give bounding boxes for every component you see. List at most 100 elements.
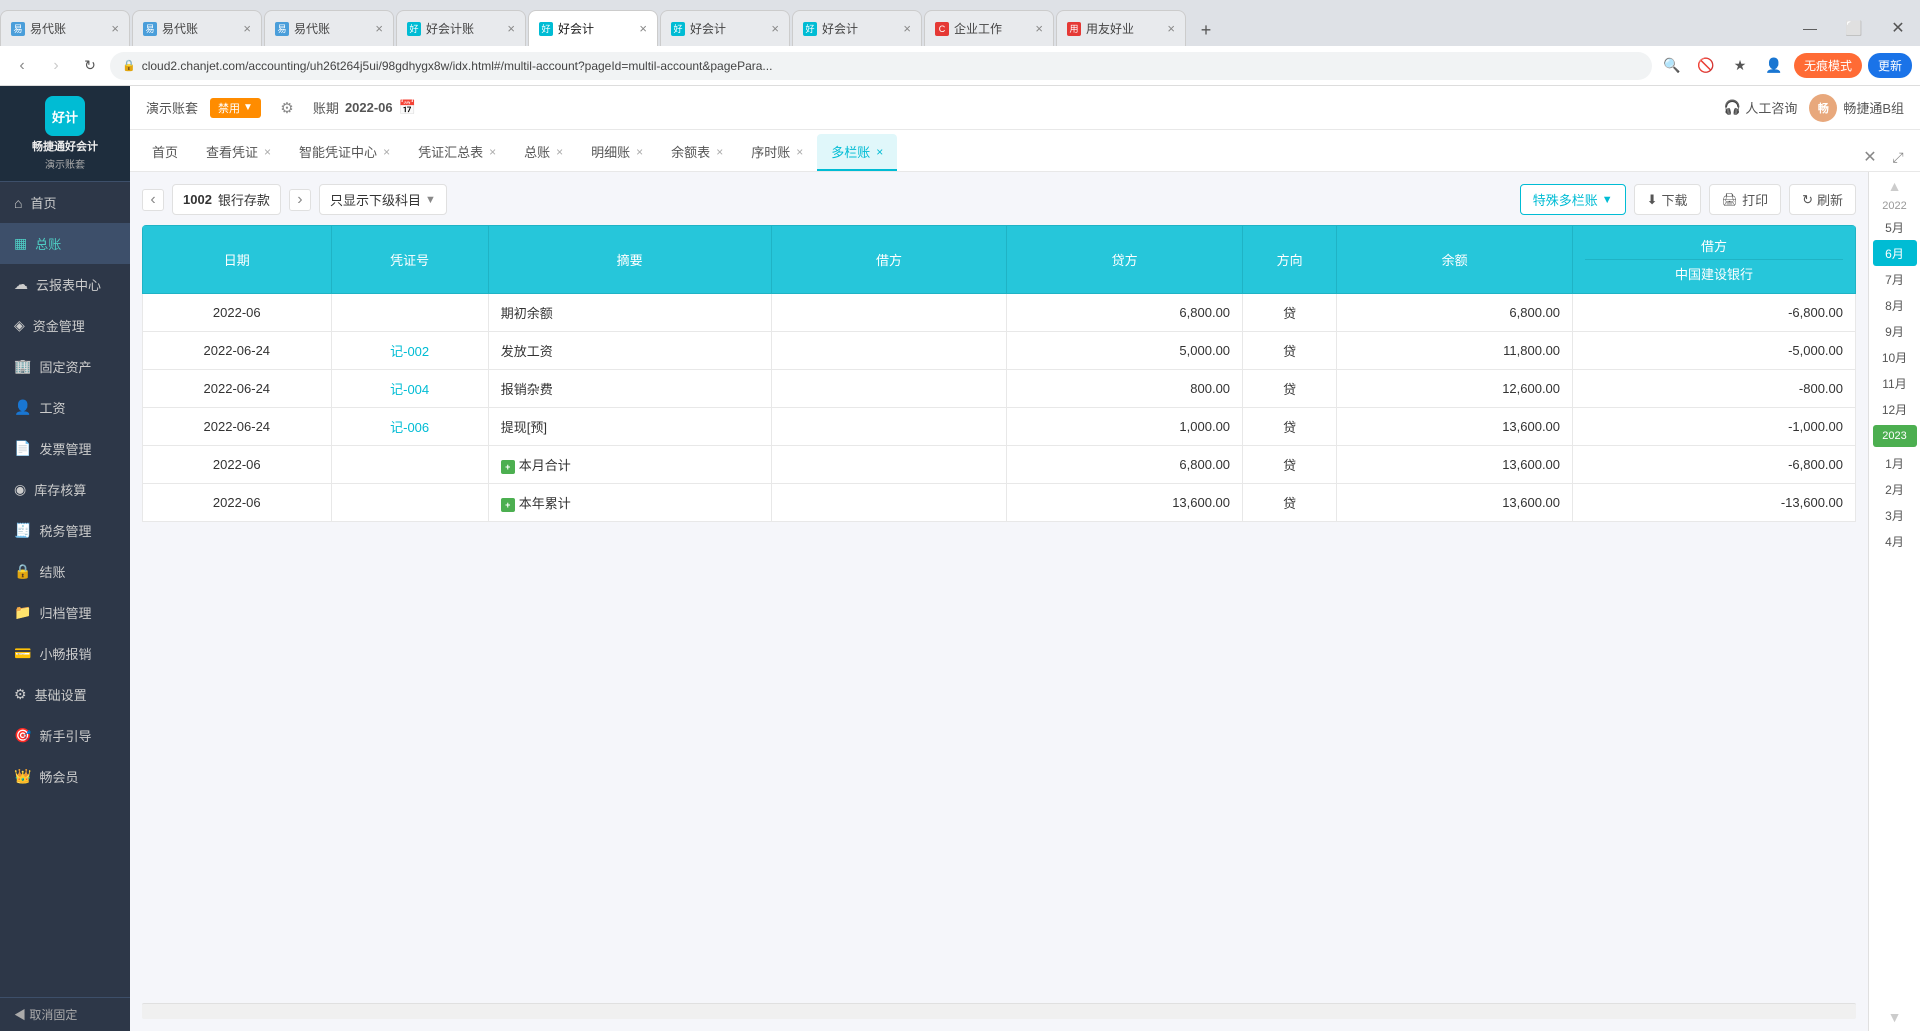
calendar-collapse-bottom[interactable]: ▼ bbox=[1883, 1007, 1907, 1027]
browser-tab-2[interactable]: 易 易代账 × bbox=[132, 10, 262, 46]
cell-debit-2 bbox=[771, 332, 1007, 370]
cal-month-2023-mar[interactable]: 3月 bbox=[1873, 502, 1917, 528]
scroll-bottom[interactable] bbox=[142, 1003, 1856, 1019]
tab-general-ledger-close[interactable]: × bbox=[556, 145, 563, 159]
calendar-icon[interactable]: 📅 bbox=[399, 99, 416, 116]
tab-close-8[interactable]: × bbox=[1035, 21, 1043, 36]
stealth-mode-button[interactable]: 无痕模式 bbox=[1794, 53, 1862, 78]
account-prev-button[interactable]: ‹ bbox=[142, 189, 164, 211]
account-next-button[interactable]: › bbox=[289, 189, 311, 211]
cal-month-oct[interactable]: 10月 bbox=[1873, 344, 1917, 370]
browser-tab-7[interactable]: 好 好会计 × bbox=[792, 10, 922, 46]
tab-view-voucher-close[interactable]: × bbox=[264, 145, 271, 159]
sidebar-item-tax[interactable]: 🧾 税务管理 bbox=[0, 510, 130, 551]
download-button[interactable]: ⬇ 下载 bbox=[1634, 184, 1701, 215]
profile-icon[interactable]: 👤 bbox=[1760, 52, 1788, 80]
browser-tab-3[interactable]: 易 易代账 × bbox=[264, 10, 394, 46]
sidebar-footer-pin[interactable]: ◀ 取消固定 bbox=[0, 997, 130, 1031]
tab-sequence-ledger-close[interactable]: × bbox=[796, 145, 803, 159]
multi-col-button[interactable]: 特殊多栏账 ▼ bbox=[1520, 184, 1626, 215]
tab-close-2[interactable]: × bbox=[243, 21, 251, 36]
filter-dropdown[interactable]: 只显示下级科目 ▼ bbox=[319, 184, 447, 215]
browser-tab-9[interactable]: 用 用友好业 × bbox=[1056, 10, 1186, 46]
tab-voucher-summary-close[interactable]: × bbox=[489, 145, 496, 159]
tab-sequence-ledger[interactable]: 序时账 × bbox=[737, 134, 817, 171]
tab-general-ledger[interactable]: 总账 × bbox=[510, 134, 577, 171]
cal-month-aug[interactable]: 8月 bbox=[1873, 292, 1917, 318]
sidebar-item-inventory[interactable]: ◉ 库存核算 bbox=[0, 469, 130, 510]
sidebar-item-archive[interactable]: 📁 归档管理 bbox=[0, 592, 130, 633]
browser-tab-6[interactable]: 好 好会计 × bbox=[660, 10, 790, 46]
tab-multi-column[interactable]: 多栏账 × bbox=[817, 134, 897, 171]
close-window-button[interactable]: ✕ bbox=[1876, 10, 1920, 46]
no-track-icon[interactable]: 🚫 bbox=[1692, 52, 1720, 80]
tab-close-9[interactable]: × bbox=[1167, 21, 1175, 36]
cal-month-jul[interactable]: 7月 bbox=[1873, 266, 1917, 292]
sidebar-item-close-account[interactable]: 🔒 结账 bbox=[0, 551, 130, 592]
cal-month-sep[interactable]: 9月 bbox=[1873, 318, 1917, 344]
cell-voucher-2[interactable]: 记-002 bbox=[331, 332, 488, 370]
tab-close-6[interactable]: × bbox=[771, 21, 779, 36]
cell-voucher-4[interactable]: 记-006 bbox=[331, 408, 488, 446]
print-button[interactable]: 🖨 打印 bbox=[1709, 184, 1782, 215]
refresh-button[interactable]: ↻ 刷新 bbox=[1789, 184, 1856, 215]
sidebar-item-home[interactable]: ⌂ 首页 bbox=[0, 182, 130, 223]
nav-back-button[interactable]: ‹ bbox=[8, 52, 36, 80]
expand-panel-button[interactable]: ⤢ bbox=[1884, 143, 1912, 171]
tab-balance-close[interactable]: × bbox=[716, 145, 723, 159]
maximize-button[interactable]: ⬜ bbox=[1832, 10, 1876, 46]
consult-button[interactable]: 🎧 人工咨询 bbox=[1724, 98, 1797, 117]
cal-month-may[interactable]: 5月 bbox=[1873, 214, 1917, 240]
minimize-button[interactable]: — bbox=[1788, 10, 1832, 46]
tab-close-3[interactable]: × bbox=[375, 21, 383, 36]
search-icon[interactable]: 🔍 bbox=[1658, 52, 1686, 80]
sidebar-item-expense[interactable]: 💳 小畅报销 bbox=[0, 633, 130, 674]
sidebar-item-general-ledger[interactable]: ▦ 总账 bbox=[0, 223, 130, 264]
account-selector[interactable]: 1002 银行存款 bbox=[172, 184, 281, 215]
sidebar-item-fund[interactable]: ◈ 资金管理 bbox=[0, 305, 130, 346]
sidebar-item-basic-settings[interactable]: ⚙ 基础设置 bbox=[0, 674, 130, 715]
cal-month-2023-feb[interactable]: 2月 bbox=[1873, 476, 1917, 502]
tab-close-5[interactable]: × bbox=[639, 21, 647, 36]
close-panel-button[interactable]: ✕ bbox=[1856, 143, 1884, 171]
sidebar-item-guide[interactable]: 🎯 新手引导 bbox=[0, 715, 130, 756]
sidebar-item-invoice[interactable]: 📄 发票管理 bbox=[0, 428, 130, 469]
cal-month-2023-jan[interactable]: 1月 bbox=[1873, 450, 1917, 476]
demo-badge[interactable]: 禁用 ▼ bbox=[210, 98, 261, 118]
cal-month-dec[interactable]: 12月 bbox=[1873, 396, 1917, 422]
tab-close-1[interactable]: × bbox=[111, 21, 119, 36]
cal-month-jun[interactable]: 6月 bbox=[1873, 240, 1917, 266]
cell-voucher-3[interactable]: 记-004 bbox=[331, 370, 488, 408]
sidebar-item-membership[interactable]: 👑 畅会员 bbox=[0, 756, 130, 797]
cal-month-2023-apr[interactable]: 4月 bbox=[1873, 528, 1917, 554]
calendar-collapse-top[interactable]: ▲ bbox=[1883, 176, 1907, 196]
browser-tab-8[interactable]: C 企业工作 × bbox=[924, 10, 1054, 46]
tab-detail-ledger[interactable]: 明细账 × bbox=[577, 134, 657, 171]
tab-balance[interactable]: 余额表 × bbox=[657, 134, 737, 171]
tab-smart-voucher[interactable]: 智能凭证中心 × bbox=[285, 134, 404, 171]
tab-voucher-summary[interactable]: 凭证汇总表 × bbox=[404, 134, 510, 171]
tab-close-7[interactable]: × bbox=[903, 21, 911, 36]
sidebar-item-fixed-asset[interactable]: 🏢 固定资产 bbox=[0, 346, 130, 387]
tab-view-voucher[interactable]: 查看凭证 × bbox=[192, 134, 285, 171]
tab-home[interactable]: 首页 bbox=[138, 134, 192, 171]
cal-year-2023[interactable]: 2023 bbox=[1873, 425, 1917, 447]
add-tab-button[interactable]: + bbox=[1190, 14, 1222, 46]
tab-smart-voucher-close[interactable]: × bbox=[383, 145, 390, 159]
tab-multi-column-close[interactable]: × bbox=[876, 145, 883, 159]
sidebar-item-payroll[interactable]: 👤 工资 bbox=[0, 387, 130, 428]
browser-tab-5[interactable]: 好 好会计 × bbox=[528, 10, 658, 46]
browser-tab-4[interactable]: 好 好会计账 × bbox=[396, 10, 526, 46]
sidebar-item-cloud-report[interactable]: ☁ 云报表中心 bbox=[0, 264, 130, 305]
bookmark-icon[interactable]: ★ bbox=[1726, 52, 1754, 80]
update-button[interactable]: 更新 bbox=[1868, 53, 1912, 78]
settings-gear-button[interactable]: ⚙ bbox=[273, 94, 301, 122]
tab-detail-ledger-close[interactable]: × bbox=[636, 145, 643, 159]
tab-close-4[interactable]: × bbox=[507, 21, 515, 36]
url-bar[interactable]: 🔒 cloud2.chanjet.com/accounting/uh26t264… bbox=[110, 52, 1652, 80]
user-info[interactable]: 畅 畅捷通B组 bbox=[1809, 94, 1904, 122]
nav-refresh-button[interactable]: ↻ bbox=[76, 52, 104, 80]
cal-month-nov[interactable]: 11月 bbox=[1873, 370, 1917, 396]
browser-tab-1[interactable]: 易 易代账 × bbox=[0, 10, 130, 46]
nav-forward-button[interactable]: › bbox=[42, 52, 70, 80]
